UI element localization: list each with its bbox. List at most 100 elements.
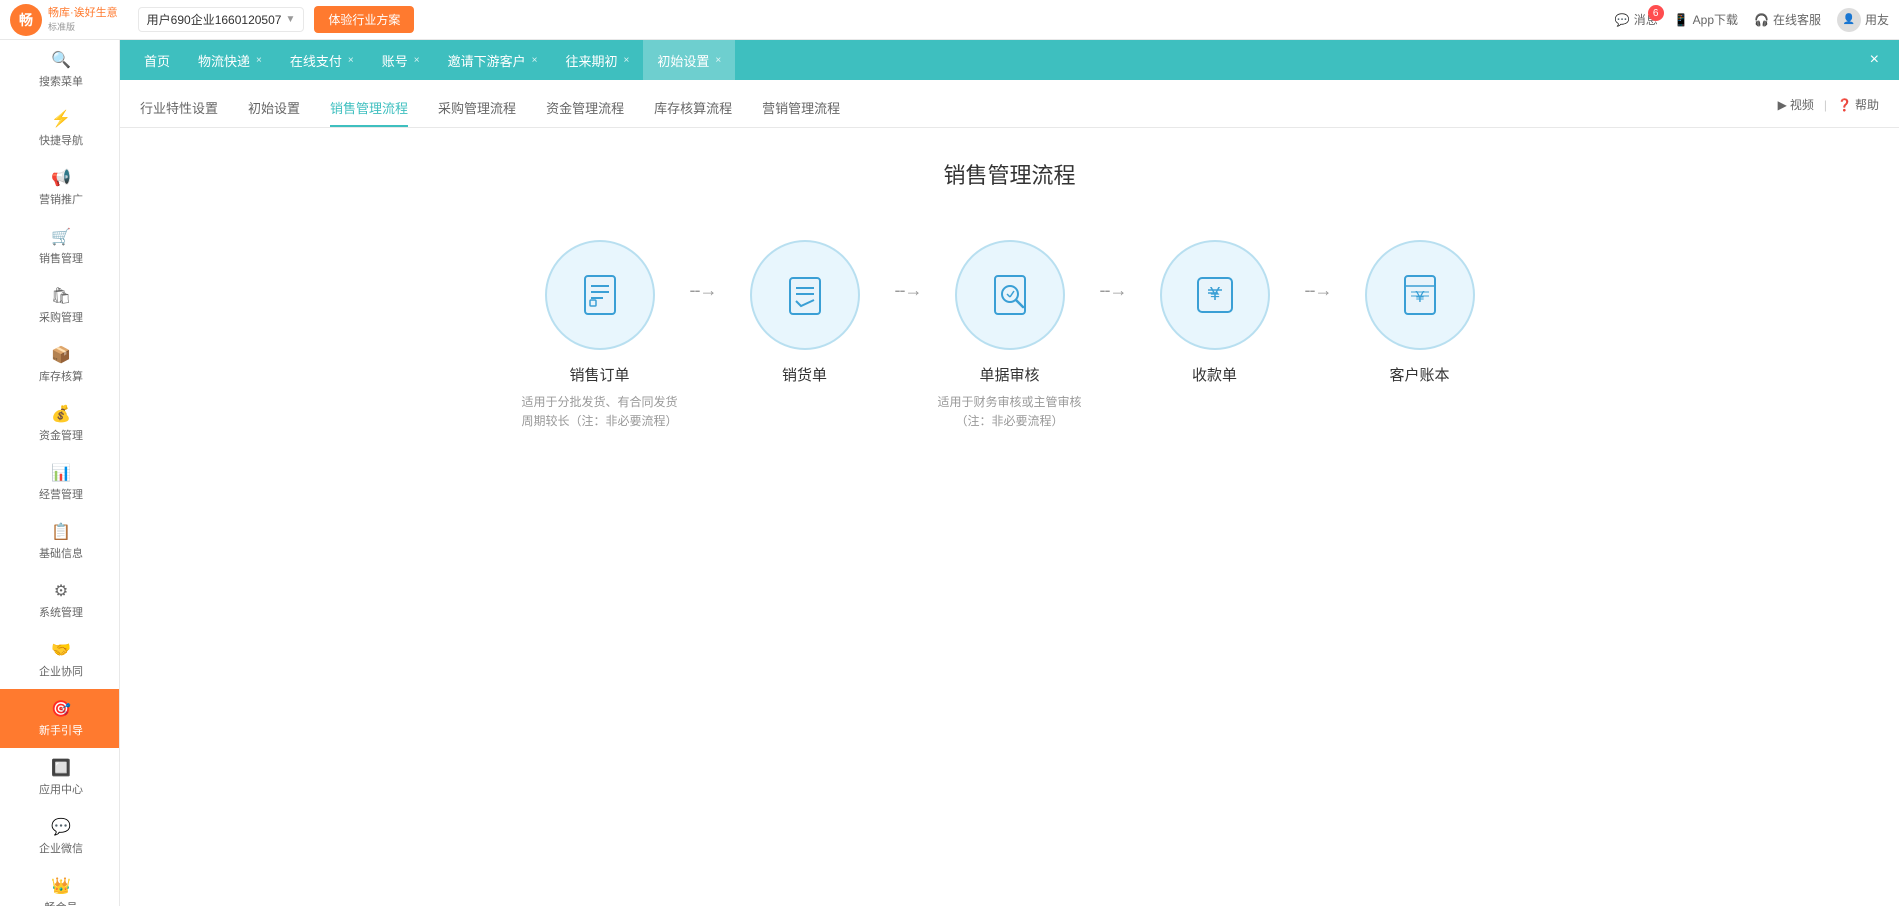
nav-label-5: 往来期初 [565,51,617,70]
help-button[interactable]: ❓ 帮助 [1837,96,1879,113]
close-tab-2[interactable]: × [348,55,354,66]
messages-badge: 6 [1648,5,1664,21]
sidebar-icon-14: 👑 [51,876,71,896]
sidebar-item-4[interactable]: 🛍 采购管理 [0,276,119,335]
user-select[interactable]: 用户690企业1660120507 ▼ [138,7,305,32]
sidebar-icon-12: 🔲 [51,758,71,778]
step-name-0: 销售订单 [569,364,629,385]
sidebar-icon-0: 🔍 [51,50,71,70]
online-service-button[interactable]: 🎧 在线客服 [1754,11,1821,28]
step-name-4: 客户账本 [1389,364,1449,385]
content-tab-0[interactable]: 行业特性设置 [140,90,218,127]
app-download-label: App下载 [1693,11,1738,28]
sidebar-label-5: 库存核算 [39,368,83,384]
logo: 畅 畅库·诶好生意 标准版 [10,4,118,36]
sidebar-item-13[interactable]: 💬 企业微信 [0,807,119,866]
nav-item-1[interactable]: 物流快递× [184,40,276,80]
page-title: 销售管理流程 [160,158,1859,190]
messages-button[interactable]: 💬 消息 6 [1615,11,1658,28]
chevron-down-icon: ▼ [285,14,295,25]
user-menu[interactable]: 👤 用友 [1837,8,1889,32]
nav-label-6: 初始设置 [657,51,709,70]
sidebar-item-0[interactable]: 🔍搜索菜单 [0,40,119,99]
message-icon: 💬 [1615,13,1630,27]
flow-step-3[interactable]: ¥ 收款单 [1135,240,1295,393]
close-tab-4[interactable]: × [532,55,538,66]
close-tab-1[interactable]: × [256,55,262,66]
logo-icon: 畅 [10,4,42,36]
avatar: 👤 [1837,8,1861,32]
step-desc-0: 适用于分批发货、有合同发货周期较长（注：非必要流程） [520,393,680,431]
sidebar-item-5[interactable]: 📦库存核算 [0,335,119,394]
sidebar-item-10[interactable]: 🤝企业协同 [0,630,119,689]
step-name-1: 销货单 [782,364,827,385]
close-tab-5[interactable]: × [623,55,629,66]
nav-item-4[interactable]: 邀请下游客户 × [434,40,552,80]
sidebar-icon-4: 🛍 [51,286,71,306]
download-icon: 📱 [1674,13,1689,27]
sidebar: 🔍搜索菜单 ⚡ 快捷导航 📢 营销推广 🛒销售管理 🛍 采购管理 📦库存核算 💰 资金管理 📊经营管理… [0,40,120,906]
sidebar-icon-3: 🛒 [51,227,71,247]
nav-item-3[interactable]: 账号× [368,40,434,80]
video-label: 视频 [1790,96,1814,113]
nav-bar: 首页物流快递×在线支付×账号×邀请下游客户×往来期初×初始设置× × [120,40,1899,80]
sidebar-icon-2: 📢 [51,168,71,188]
close-all-tabs-button[interactable]: × [1860,51,1889,69]
sidebar-item-14[interactable]: 👑 畅会员 [0,866,119,906]
sidebar-item-12[interactable]: 🔲应用中心 [0,748,119,807]
sidebar-label-13: 企业微信 [39,840,83,856]
sidebar-item-7[interactable]: 📊经营管理 [0,453,119,512]
content-tab-6[interactable]: 营销管理流程 [762,90,840,127]
nav-item-0[interactable]: 首页 [130,40,184,80]
close-tab-3[interactable]: × [414,55,420,66]
sidebar-label-4: 采购管理 [39,309,83,325]
sidebar-item-1[interactable]: ⚡ 快捷导航 [0,99,119,158]
sidebar-label-6: 资金管理 [39,427,83,443]
question-icon: ❓ [1837,98,1852,112]
sidebar-icon-13: 💬 [51,817,71,837]
sidebar-icon-10: 🤝 [51,640,71,660]
flow-step-4[interactable]: ¥ 客户账本 [1340,240,1500,393]
sidebar-icon-6: 💰 [51,404,71,424]
content-tab-1[interactable]: 初始设置 [248,90,300,127]
flow-step-0[interactable]: 销售订单 适用于分批发货、有合同发货周期较长（注：非必要流程） [520,240,680,431]
sidebar-label-14: 畅会员 [45,899,78,906]
nav-label-4: 邀请下游客户 [448,51,526,70]
page-content: 行业特性设置初始设置销售管理流程采购管理流程资金管理流程库存核算流程营销管理流程… [120,80,1899,906]
sidebar-item-3[interactable]: 🛒销售管理 [0,217,119,276]
sidebar-item-11[interactable]: 🎯新手引导 [0,689,119,748]
user-name: 用友 [1865,11,1889,28]
sidebar-item-2[interactable]: 📢 营销推广 [0,158,119,217]
sidebar-icon-11: 🎯 [51,699,71,719]
sidebar-label-2: 营销推广 [39,191,83,207]
nav-item-2[interactable]: 在线支付 × [276,40,368,80]
sidebar-icon-1: ⚡ [51,109,71,129]
content-tab-5[interactable]: 库存核算流程 [654,90,732,127]
step-name-2: 单据审核 [979,364,1039,385]
sidebar-item-9[interactable]: ⚙系统管理 [0,571,119,630]
svg-text:¥: ¥ [1208,284,1220,304]
content-tab-3[interactable]: 采购管理流程 [438,90,516,127]
step-circle-1 [750,240,860,350]
close-tab-6[interactable]: × [715,55,721,66]
headset-icon: 🎧 [1754,13,1769,27]
flow-arrow-0: - - → [690,240,715,301]
content-tab-4[interactable]: 资金管理流程 [546,90,624,127]
sidebar-item-6[interactable]: 💰 资金管理 [0,394,119,453]
nav-label-2: 在线支付 [290,51,342,70]
video-help-button[interactable]: ▶ 视频 [1778,96,1814,113]
logo-text: 畅库·诶好生意 [48,6,118,20]
experience-button[interactable]: 体验行业方案 [314,6,414,33]
content-tab-2[interactable]: 销售管理流程 [330,90,408,127]
nav-item-6[interactable]: 初始设置 × [643,40,735,80]
nav-item-5[interactable]: 往来期初 × [551,40,643,80]
app-download-button[interactable]: 📱 App下载 [1674,11,1738,28]
flow-step-1[interactable]: 销货单 [725,240,885,393]
sidebar-label-1: 快捷导航 [39,132,83,148]
sidebar-item-8[interactable]: 📋基础信息 [0,512,119,571]
play-icon: ▶ [1778,98,1787,112]
sidebar-icon-8: 📋 [51,522,71,542]
sidebar-label-7: 经营管理 [39,486,83,502]
flow-arrow-1: - - → [895,240,920,301]
flow-step-2[interactable]: 单据审核 适用于财务审核或主管审核（注：非必要流程） [930,240,1090,431]
